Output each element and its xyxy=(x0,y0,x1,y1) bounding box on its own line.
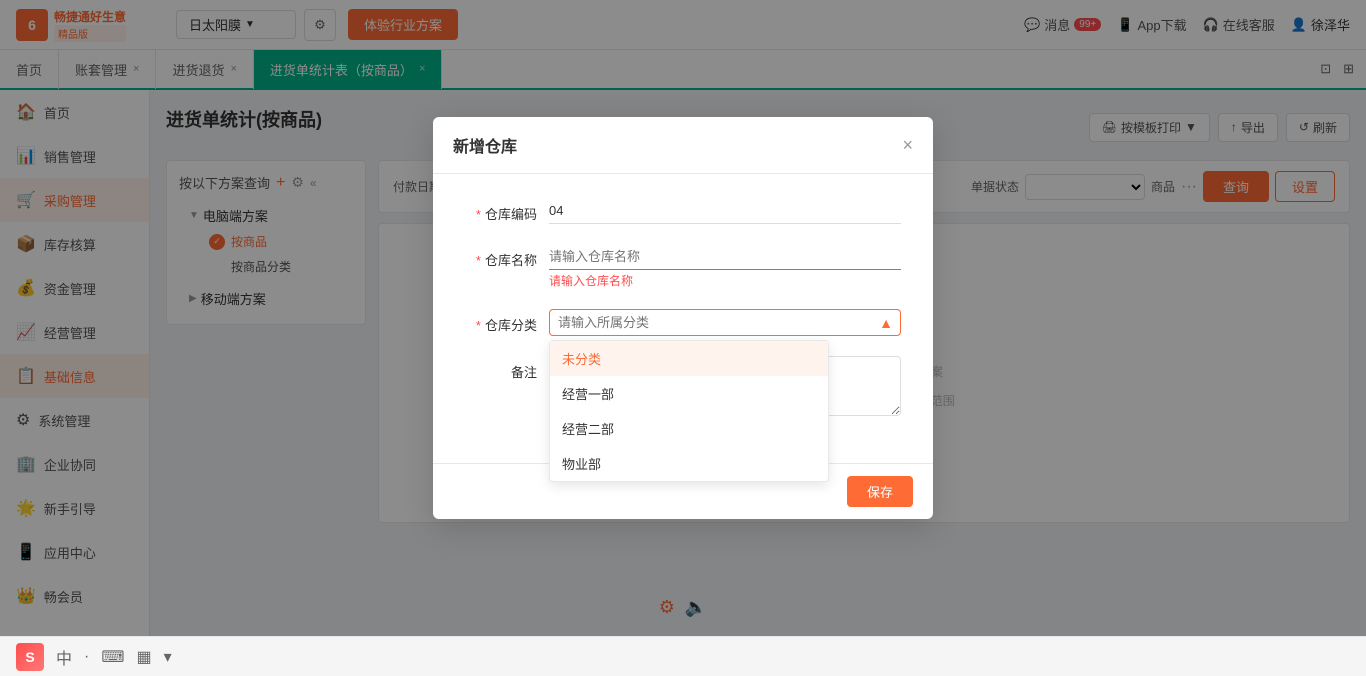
save-button[interactable]: 保存 xyxy=(847,476,913,507)
category-input[interactable] xyxy=(549,309,901,336)
form-row-category: 仓库分类 ▲ 未分类 经营一部 经营二部 物业部 xyxy=(465,309,901,336)
dropdown-item-1[interactable]: 经营一部 xyxy=(550,376,828,411)
dropdown-item-3[interactable]: 物业部 xyxy=(550,446,828,481)
bottom-bar: S 中 · ⌨ ▦ ▾ xyxy=(0,636,1366,676)
dialog-header: 新增仓库 × xyxy=(433,117,933,174)
category-label: 仓库分类 xyxy=(465,309,537,334)
grid-icon[interactable]: ▦ xyxy=(136,647,151,667)
new-warehouse-dialog: 新增仓库 × 仓库编码 仓库名称 请输入仓库名称 仓库分类 ▲ xyxy=(433,117,933,519)
category-dropdown: 未分类 经营一部 经营二部 物业部 xyxy=(549,340,829,482)
dot-icon: · xyxy=(84,648,89,666)
code-control xyxy=(549,198,901,224)
name-input[interactable] xyxy=(549,244,901,270)
name-label: 仓库名称 xyxy=(465,244,537,269)
chinese-icon[interactable]: 中 xyxy=(56,645,72,669)
keyboard-icon[interactable]: ⌨ xyxy=(101,647,124,667)
category-input-box: ▲ xyxy=(549,309,901,336)
code-input[interactable] xyxy=(549,198,901,224)
name-control: 请输入仓库名称 xyxy=(549,244,901,289)
dialog-body: 仓库编码 仓库名称 请输入仓库名称 仓库分类 ▲ 未分类 xyxy=(433,174,933,463)
code-label: 仓库编码 xyxy=(465,198,537,223)
name-error-msg: 请输入仓库名称 xyxy=(549,272,901,289)
chevron-up-icon[interactable]: ▲ xyxy=(879,315,893,331)
form-row-name: 仓库名称 请输入仓库名称 xyxy=(465,244,901,289)
note-label: 备注 xyxy=(465,356,537,381)
s-logo: S xyxy=(16,643,44,671)
more-icon[interactable]: ▾ xyxy=(164,647,172,667)
form-row-code: 仓库编码 xyxy=(465,198,901,224)
dialog-title: 新增仓库 xyxy=(453,133,517,157)
dropdown-item-0[interactable]: 未分类 xyxy=(550,341,828,376)
bottom-icons: S 中 · ⌨ ▦ ▾ xyxy=(16,643,172,671)
dropdown-item-2[interactable]: 经营二部 xyxy=(550,411,828,446)
category-control: ▲ 未分类 经营一部 经营二部 物业部 xyxy=(549,309,901,336)
dialog-close-button[interactable]: × xyxy=(902,135,913,156)
